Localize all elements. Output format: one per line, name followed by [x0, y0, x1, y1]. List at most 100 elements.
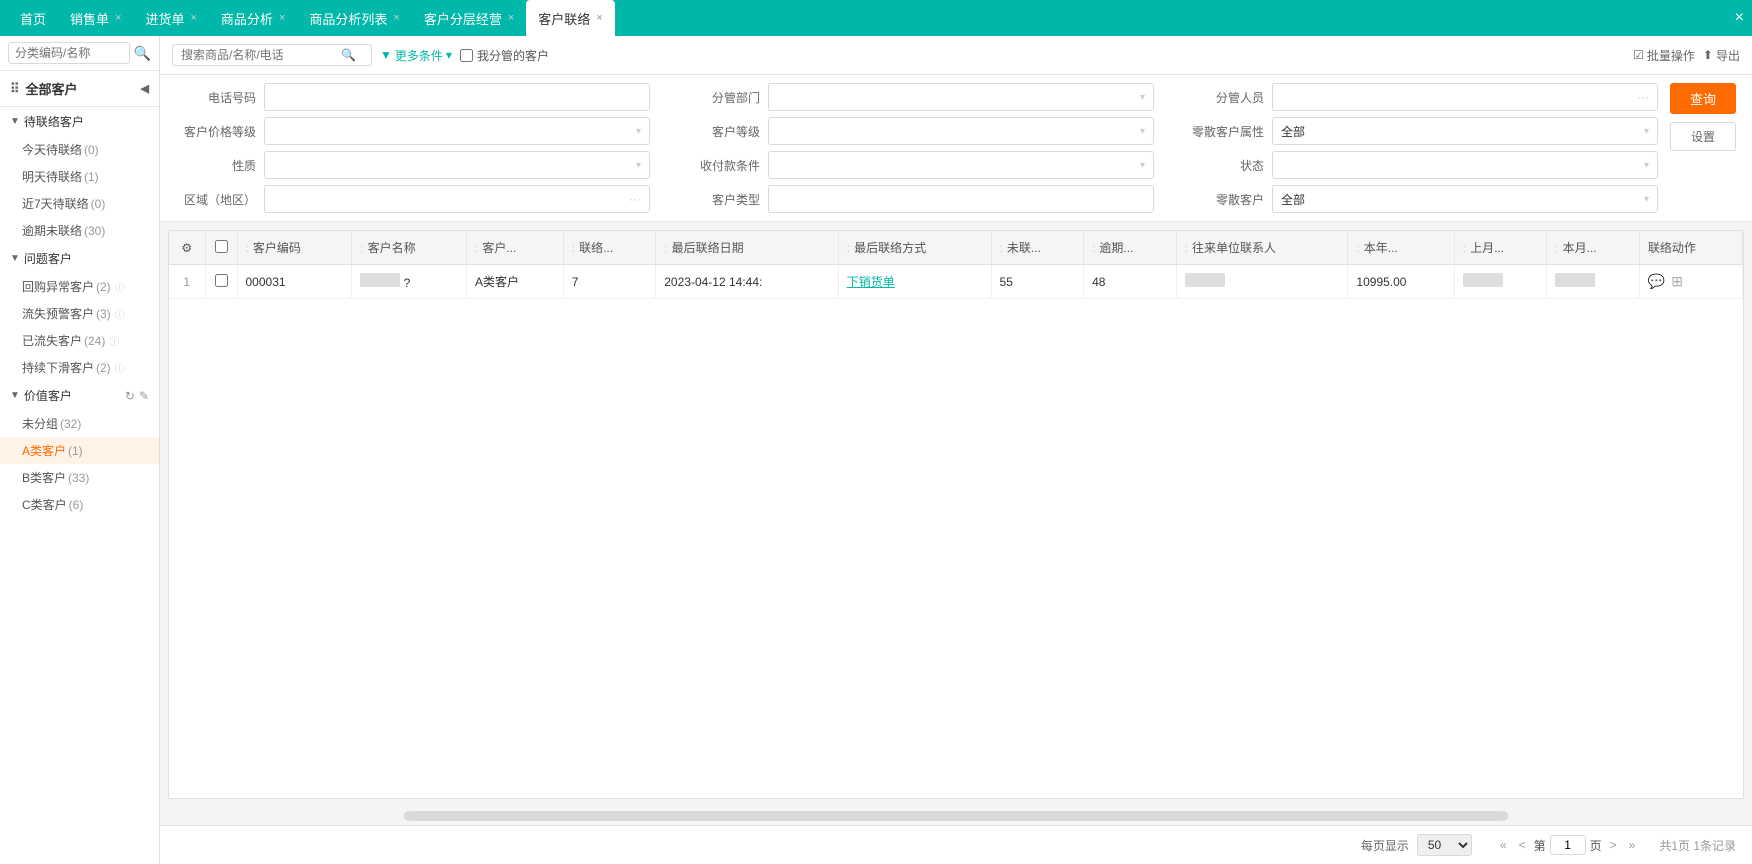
horizontal-scrollbar[interactable] [404, 811, 1507, 821]
select-all-checkbox[interactable] [215, 240, 228, 253]
retail-attr-caret: ▾ [1644, 126, 1649, 137]
customer-level-select[interactable]: ▾ [768, 117, 1154, 145]
sidebar-section-pending[interactable]: ▼ 待联络客户 [0, 107, 159, 136]
query-button[interactable]: 查询 [1670, 83, 1736, 114]
my-customers-checkbox-label[interactable]: 我分管的客户 [460, 47, 549, 64]
nav-sales[interactable]: 销售单 × [58, 0, 133, 36]
export-btn[interactable]: ⬆ 导出 [1703, 47, 1740, 64]
filter-payment: 收付款条件 ▾ [680, 151, 1154, 179]
sidebar-item-lost[interactable]: 已流失客户 (24) ⓘ [0, 327, 159, 354]
payment-select[interactable]: ▾ [768, 151, 1154, 179]
sidebar-all-customers[interactable]: ⠿ 全部客户 ◀ [0, 71, 159, 107]
export-icon: ⬆ [1703, 48, 1713, 62]
customer-level-label: 客户等级 [680, 123, 760, 140]
more-filter-btn[interactable]: ▼ 更多条件 ▾ [380, 47, 452, 64]
first-page-btn[interactable]: « [1496, 836, 1511, 854]
sidebar-item-class-a[interactable]: A类客户 (1) [0, 437, 159, 464]
col-contact-person: :往来单位联系人 [1176, 231, 1348, 265]
sidebar-item-tomorrow[interactable]: 明天待联络 (1) [0, 163, 159, 190]
filter-nature: 性质 ▾ [176, 151, 650, 179]
col-this-year: :本年... [1348, 231, 1454, 265]
nav-customer-segment[interactable]: 客户分层经营 × [412, 0, 526, 36]
close-customer-contact-tab[interactable]: × [596, 12, 602, 24]
set-button[interactable]: 设置 [1670, 122, 1736, 151]
row-last-method[interactable]: 下销货单 [838, 265, 991, 299]
close-sales-tab[interactable]: × [115, 12, 121, 24]
col-checkbox[interactable] [205, 231, 237, 265]
col-contact-count: :联络... [563, 231, 656, 265]
sidebar-search-input[interactable] [8, 42, 130, 64]
phone-label: 电话号码 [176, 89, 256, 106]
col-last-contact-date: :最后联络日期 [656, 231, 839, 265]
page-size-select[interactable]: 50 100 200 [1417, 834, 1472, 856]
collapse-icon: ◀ [141, 82, 149, 95]
main-layout: 🔍 ⠿ 全部客户 ◀ ▼ 待联络客户 今天待联络 (0) 明天待联络 (1) 近… [0, 36, 1752, 864]
info-icon-1: ⓘ [115, 279, 125, 294]
row-checkbox-cell[interactable] [205, 265, 237, 299]
filter-search-icon[interactable]: 🔍 [341, 48, 356, 62]
close-purchase-tab[interactable]: × [190, 12, 196, 24]
row-overdue: 48 [1084, 265, 1177, 299]
sidebar-item-overdue[interactable]: 逾期未联络 (30) [0, 217, 159, 244]
prev-page-btn[interactable]: < [1515, 836, 1530, 854]
nav-home[interactable]: 首页 [8, 0, 58, 36]
filter-bar: 🔍 ▼ 更多条件 ▾ 我分管的客户 ☑ 批量操作 ⬆ 导出 [160, 36, 1752, 75]
nature-caret: ▾ [636, 160, 641, 171]
row-checkbox[interactable] [215, 274, 228, 287]
customer-type-label: 客户类型 [680, 191, 760, 208]
nav-customer-contact[interactable]: 客户联络 × [526, 0, 614, 36]
sidebar-item-warning[interactable]: 流失预警客户 (3) ⓘ [0, 300, 159, 327]
top-actions: ☑ 批量操作 ⬆ 导出 [1633, 47, 1740, 64]
nav-purchase[interactable]: 进货单 × [133, 0, 208, 36]
close-product-analysis-tab[interactable]: × [279, 12, 285, 24]
nature-select[interactable]: ▾ [264, 151, 650, 179]
sidebar-item-declining[interactable]: 持续下滑客户 (2) ⓘ [0, 354, 159, 381]
sidebar-item-today[interactable]: 今天待联络 (0) [0, 136, 159, 163]
col-customer-code: :客户编码 [237, 231, 352, 265]
settings-icon[interactable]: ⚙ [181, 241, 192, 255]
filter-search-input[interactable] [181, 48, 341, 62]
sidebar-item-ungroup[interactable]: 未分组 (32) [0, 410, 159, 437]
qrcode-action-icon[interactable]: ⊞ [1671, 273, 1683, 290]
manager-label: 分管人员 [1184, 89, 1264, 106]
status-label: 状态 [1184, 157, 1264, 174]
dept-select[interactable]: ▾ [768, 83, 1154, 111]
nature-label: 性质 [176, 157, 256, 174]
sidebar-item-class-b[interactable]: B类客户 (33) [0, 464, 159, 491]
sidebar-item-class-c[interactable]: C类客户 (6) [0, 491, 159, 518]
batch-op-btn[interactable]: ☑ 批量操作 [1633, 47, 1695, 64]
comment-action-icon[interactable]: 💬 [1648, 273, 1665, 290]
filter-icon: ▼ [380, 48, 392, 62]
my-customers-checkbox[interactable] [460, 49, 473, 62]
nav-product-analysis-list[interactable]: 商品分析列表 × [297, 0, 411, 36]
last-page-btn[interactable]: » [1625, 836, 1640, 854]
next-page-btn[interactable]: > [1606, 836, 1621, 854]
page-number-input[interactable] [1550, 835, 1586, 855]
close-product-analysis-list-tab[interactable]: × [393, 12, 399, 24]
sidebar-item-7days[interactable]: 近7天待联络 (0) [0, 190, 159, 217]
nav-product-analysis[interactable]: 商品分析 × [209, 0, 297, 36]
retail-attr-select[interactable]: 全部 ▾ [1272, 117, 1658, 145]
close-all-tabs[interactable]: × [1735, 9, 1744, 27]
sidebar-item-abnormal[interactable]: 回购异常客户 (2) ⓘ [0, 273, 159, 300]
phone-input[interactable] [264, 83, 650, 111]
grid-icon: ⠿ [10, 81, 20, 97]
col-settings[interactable]: ⚙ [169, 231, 205, 265]
close-customer-segment-tab[interactable]: × [508, 12, 514, 24]
retail-customer-select[interactable]: 全部 ▾ [1272, 185, 1658, 213]
status-caret: ▾ [1644, 160, 1649, 171]
row-customer-type: A类客户 [466, 265, 563, 299]
sidebar-section-value[interactable]: ▼ 价值客户 ↻ ✎ [0, 381, 159, 410]
last-method-link[interactable]: 下销货单 [847, 275, 895, 289]
price-level-select[interactable]: ▾ [264, 117, 650, 145]
region-input[interactable]: ··· [264, 185, 650, 213]
customer-type-input[interactable] [768, 185, 1154, 213]
table-container: ⚙ :客户编码 :客户名称 :客户... :联络... :最后联络日期 :最后联… [168, 230, 1744, 799]
sidebar-section-problem[interactable]: ▼ 问题客户 [0, 244, 159, 273]
status-select[interactable]: ▾ [1272, 151, 1658, 179]
edit-icon[interactable]: ✎ [139, 389, 149, 403]
refresh-icon[interactable]: ↻ [125, 389, 135, 403]
level-caret: ▾ [1140, 126, 1145, 137]
manager-input[interactable]: ··· [1272, 83, 1658, 111]
sidebar-search-icon[interactable]: 🔍 [134, 45, 151, 62]
